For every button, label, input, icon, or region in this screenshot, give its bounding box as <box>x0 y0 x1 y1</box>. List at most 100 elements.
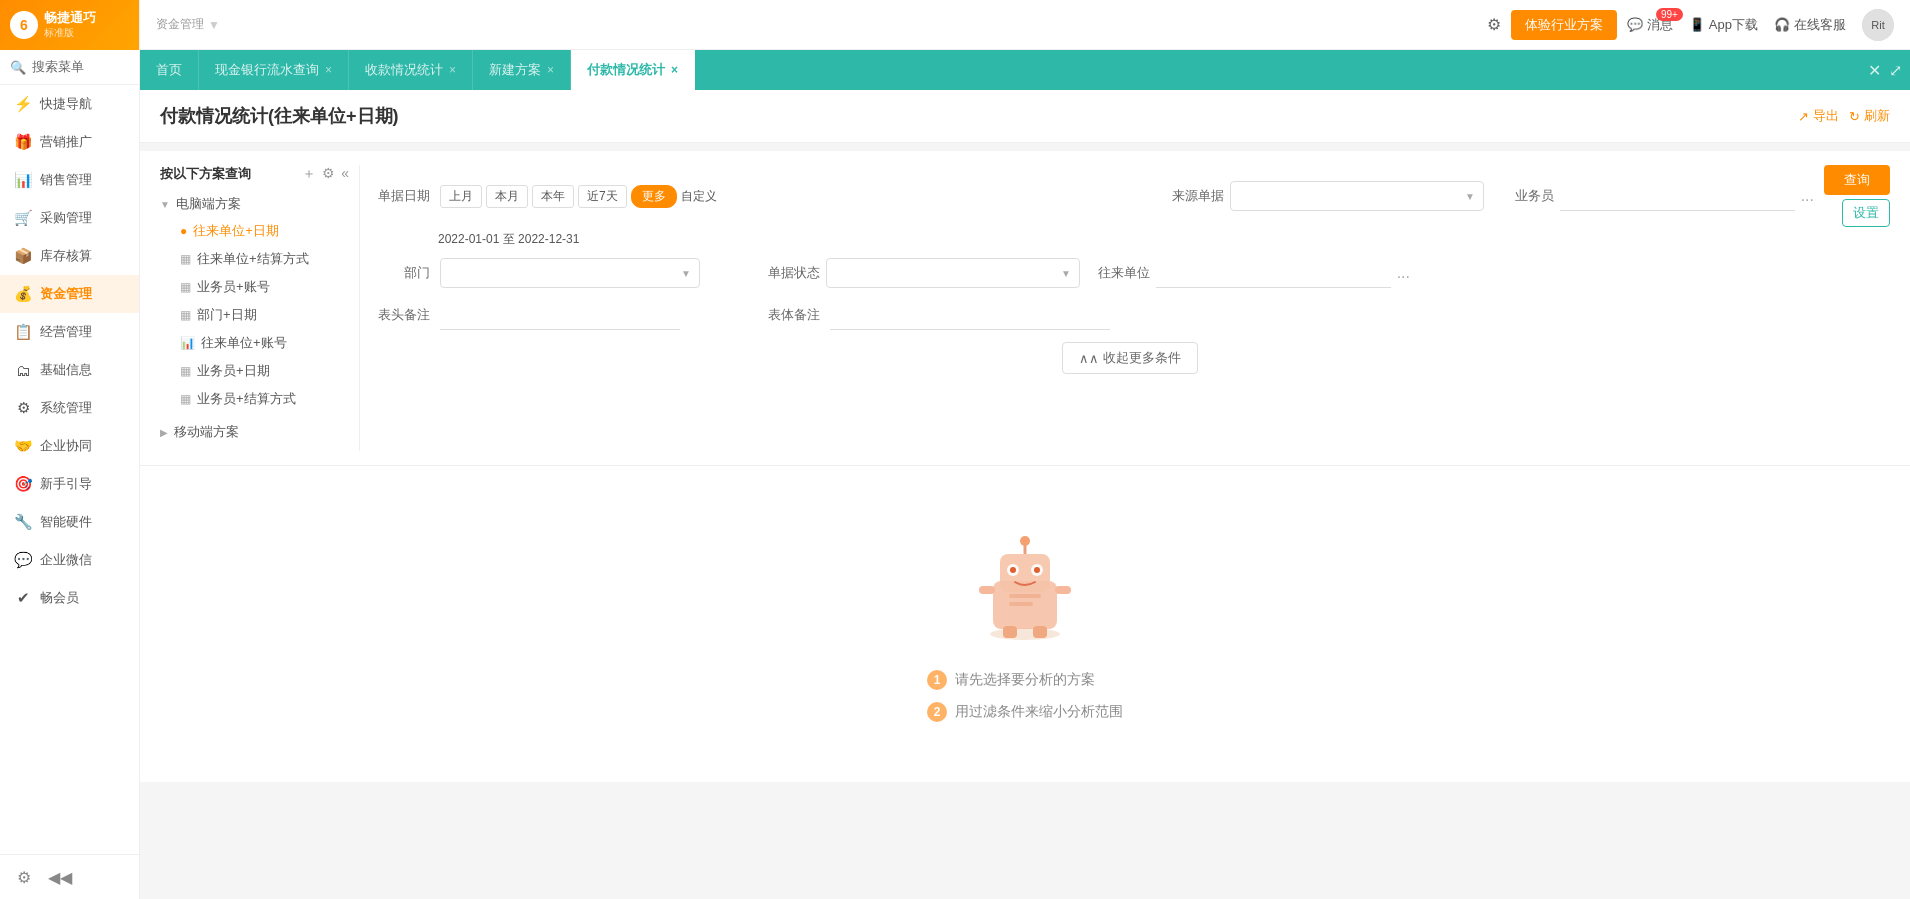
sidebar-item-icon-sales: 📊 <box>14 171 32 189</box>
sidebar-item-purchase[interactable]: 🛒采购管理 <box>0 199 139 237</box>
sidebar-footer: ⚙ ◀◀ <box>0 854 139 899</box>
tab-bank-flow-close[interactable]: × <box>325 63 332 77</box>
messages-btn[interactable]: 💬 消息 99+ <box>1627 16 1673 34</box>
sidebar-item-icon-guide: 🎯 <box>14 475 32 493</box>
this-month-btn[interactable]: 本月 <box>486 185 528 208</box>
sidebar-item-icon-system: ⚙ <box>14 399 32 417</box>
source-doc-select[interactable]: ▼ <box>1230 181 1484 211</box>
sidebar-item-operations[interactable]: 📋 经营管理 <box>0 313 139 351</box>
tab-payment-stats[interactable]: 付款情况统计 × <box>571 50 695 90</box>
settings-link[interactable]: 设置 <box>1842 199 1890 227</box>
scheme-item-dept-date[interactable]: ▦ 部门+日期 <box>160 301 349 329</box>
group-arrow-icon: ▼ <box>160 199 170 210</box>
salesman-input[interactable] <box>1560 181 1795 211</box>
empty-icon-wrap <box>965 526 1085 646</box>
sidebar-item-finance[interactable]: 💰资金管理 <box>0 275 139 313</box>
query-btn[interactable]: 查询 <box>1824 165 1890 195</box>
empty-tips: 1 请先选择要分析的方案 2 用过滤条件来缩小分析范围 <box>927 670 1123 722</box>
scheme-item-salesman-date[interactable]: ▦ 业务员+日期 <box>160 357 349 385</box>
more-btn[interactable]: 更多 <box>631 185 677 208</box>
export-btn[interactable]: ↗ 导出 <box>1798 107 1839 125</box>
main-content: 资金管理 ▼ ⚙ 体验行业方案 💬 消息 99+ 📱 App下载 🎧 在线客服 … <box>140 0 1910 899</box>
sidebar-item-marketing[interactable]: 🎁营销推广 <box>0 123 139 161</box>
tab-new-plan-close[interactable]: × <box>547 63 554 77</box>
scheme-item-partner-date[interactable]: ● 往来单位+日期 <box>160 217 349 245</box>
dept-select[interactable]: ▼ <box>440 258 700 288</box>
scheme-item-partner-settle[interactable]: ▦ 往来单位+结算方式 <box>160 245 349 273</box>
this-year-btn[interactable]: 本年 <box>532 185 574 208</box>
sidebar-item-member[interactable]: ✔畅会员 <box>0 579 139 617</box>
topbar-settings-icon[interactable]: ⚙ <box>1487 15 1501 34</box>
tab-bank-flow[interactable]: 现金银行流水查询 × <box>199 50 349 90</box>
sidebar-item-label-system: 系统管理 <box>40 399 92 417</box>
svg-point-7 <box>1010 567 1016 573</box>
table-body-note-label: 表体备注 <box>760 306 820 324</box>
trial-btn[interactable]: 体验行业方案 <box>1511 10 1617 40</box>
sidebar-collapse-btn[interactable]: ◀◀ <box>46 863 74 891</box>
partner-dots-btn[interactable]: ... <box>1397 264 1410 282</box>
tab-receivable[interactable]: 收款情况统计 × <box>349 50 473 90</box>
scheme-sidebar: 按以下方案查询 ＋ ⚙ « ▼ 电脑端方案 ● <box>160 165 360 451</box>
empty-tip-1: 1 请先选择要分析的方案 <box>927 670 1123 690</box>
sidebar-item-basic-info[interactable]: 🗂基础信息 <box>0 351 139 389</box>
partner-input[interactable] <box>1156 258 1391 288</box>
table-header-note-input[interactable] <box>440 300 680 330</box>
scheme-icon-4: 📊 <box>180 336 195 350</box>
tab-receivable-close[interactable]: × <box>449 63 456 77</box>
date-label: 单据日期 <box>370 187 430 205</box>
partner-col: 往来单位 ... <box>1090 258 1410 288</box>
tab-new-plan[interactable]: 新建方案 × <box>473 50 571 90</box>
sidebar-item-label-member: 畅会员 <box>40 589 79 607</box>
sidebar-logo: 6 畅捷通巧 标准版 <box>0 0 139 50</box>
scheme-item-partner-account[interactable]: 📊 往来单位+账号 <box>160 329 349 357</box>
page-title: 付款情况统计(往来单位+日期) <box>160 104 399 128</box>
sidebar-item-sales[interactable]: 📊 销售管理 <box>0 161 139 199</box>
sidebar-item-system[interactable]: ⚙ 系统管理 <box>0 389 139 427</box>
sidebar-item-label-sales: 销售管理 <box>40 171 92 189</box>
tab-home[interactable]: 首页 <box>140 50 199 90</box>
table-body-note-input[interactable] <box>830 300 1110 330</box>
sidebar-settings-btn[interactable]: ⚙ <box>10 863 38 891</box>
topbar: 资金管理 ▼ ⚙ 体验行业方案 💬 消息 99+ 📱 App下载 🎧 在线客服 … <box>140 0 1910 50</box>
scheme-settings-icon[interactable]: ⚙ <box>322 165 335 183</box>
salesman-col: 业务员 ... <box>1494 181 1814 211</box>
sidebar-item-enterprise[interactable]: 🤝企业协同 <box>0 427 139 465</box>
sidebar-item-label-operations: 经营管理 <box>40 323 92 341</box>
collapse-btn[interactable]: ∧∧ 收起更多条件 <box>1062 342 1198 374</box>
empty-robot-illustration <box>965 526 1085 646</box>
search-menu[interactable]: 🔍 搜索菜单 <box>0 50 139 85</box>
tab-expand-btn[interactable]: ⤢ <box>1889 61 1902 80</box>
sidebar-item-guide[interactable]: 🎯 新手引导 <box>0 465 139 503</box>
sidebar-item-icon-operations: 📋 <box>14 323 32 341</box>
sidebar-item-inventory[interactable]: 📦库存核算 <box>0 237 139 275</box>
scheme-item-salesman-settle[interactable]: ▦ 业务员+结算方式 <box>160 385 349 413</box>
date-range-display: 2022-01-01 至 2022-12-31 <box>438 231 1890 248</box>
sidebar-item-hardware[interactable]: 🔧智能硬件 <box>0 503 139 541</box>
tab-close-all-btn[interactable]: ✕ <box>1868 61 1881 80</box>
sidebar-item-label-guide: 新手引导 <box>40 475 92 493</box>
tab-payment-stats-close[interactable]: × <box>671 63 678 77</box>
tip-num-2: 2 <box>927 702 947 722</box>
sidebar-item-icon-enterprise: 🤝 <box>14 437 32 455</box>
source-doc-col: 来源单据 ▼ <box>1164 181 1484 211</box>
customer-service-btn[interactable]: 🎧 在线客服 <box>1774 16 1846 34</box>
sidebar-item-quick-nav[interactable]: ⚡快捷导航 <box>0 85 139 123</box>
source-doc-arrow-icon: ▼ <box>1465 191 1475 202</box>
scheme-icon-5: ▦ <box>180 364 191 378</box>
user-avatar[interactable]: Rit <box>1862 9 1894 41</box>
scheme-add-icon[interactable]: ＋ <box>302 165 316 183</box>
salesman-dots-btn[interactable]: ... <box>1801 187 1814 205</box>
desktop-scheme-group: ▼ 电脑端方案 ● 往来单位+日期 ▦ 往来单位+结算方式 ▦ <box>160 191 349 413</box>
doc-status-select[interactable]: ▼ <box>826 258 1080 288</box>
last-month-btn[interactable]: 上月 <box>440 185 482 208</box>
scheme-item-salesman-account[interactable]: ▦ 业务员+账号 <box>160 273 349 301</box>
mobile-group-header[interactable]: ▶ 移动端方案 <box>160 419 349 445</box>
refresh-btn[interactable]: ↻ 刷新 <box>1849 107 1890 125</box>
page-header-actions: ↗ 导出 ↻ 刷新 <box>1798 107 1890 125</box>
scheme-collapse-icon[interactable]: « <box>341 165 349 183</box>
last-7-days-btn[interactable]: 近7天 <box>578 185 627 208</box>
sidebar-item-wechat[interactable]: 💬企业微信 <box>0 541 139 579</box>
desktop-group-header[interactable]: ▼ 电脑端方案 <box>160 191 349 217</box>
scheme-header: 按以下方案查询 ＋ ⚙ « <box>160 165 349 183</box>
app-download-btn[interactable]: 📱 App下载 <box>1689 16 1758 34</box>
